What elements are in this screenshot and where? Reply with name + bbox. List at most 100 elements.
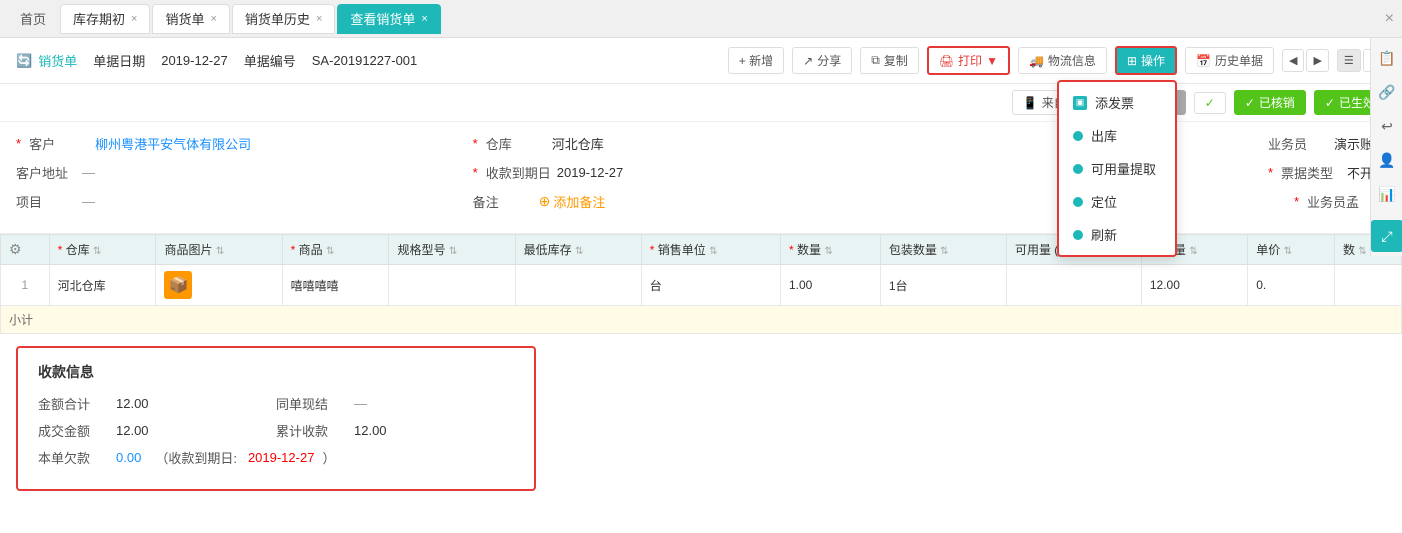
project-field: 项目 — — [16, 192, 473, 211]
subtotal-row: 小计 — [1, 306, 1402, 334]
print-icon: 🖨 — [939, 54, 954, 68]
dropdown-item-outbound[interactable]: 出库 — [1059, 119, 1175, 152]
note-field: 备注 ⊕ 添加备注 — [473, 192, 930, 211]
doc-header: 🔄 销货单 单据日期 2019-12-27 单据编号 SA-20191227-0… — [0, 38, 1402, 84]
window-close-button[interactable]: × — [1385, 10, 1394, 28]
col-gear: ⚙ — [1, 235, 50, 265]
date-value: 2019-12-27 — [161, 53, 228, 68]
settings-icon[interactable]: ⚙ — [9, 241, 22, 257]
col-qty: * 数量 ⇅ — [781, 235, 881, 265]
warehouse-field: * 仓库 河北仓库 — [473, 134, 930, 153]
sidebar-icon-expand[interactable]: ⤢ — [1371, 220, 1402, 252]
doc-title: 🔄 销货单 — [16, 51, 77, 70]
sidebar-icon-undo[interactable]: ↩ — [1371, 110, 1402, 142]
subtotal-label: 小计 — [1, 306, 1402, 334]
row-min-stock — [515, 265, 641, 306]
tab-close-inventory[interactable]: × — [131, 13, 137, 25]
total-amount-field: 金额合计 12.00 — [38, 394, 276, 413]
row-stock: 12.00 — [1141, 265, 1247, 306]
product-image: 📦 — [164, 271, 192, 299]
dropdown-item-available[interactable]: 可用量提取 — [1059, 152, 1175, 185]
row-qty: 1.00 — [781, 265, 881, 306]
tab-close-view-sales[interactable]: × — [421, 13, 427, 25]
tab-inventory[interactable]: 库存期初 × — [60, 4, 150, 34]
right-sidebar: 📋 🔗 ↩ 👤 📊 ⤢ — [1370, 38, 1402, 256]
row-unit: 台 — [641, 265, 780, 306]
form-row-1: * 客户 柳州粤港平安气体有限公司 * 仓库 河北仓库 业务员 演示账号 — [16, 134, 1386, 153]
tab-sales-history[interactable]: 销货单历史 × — [232, 4, 335, 34]
date-label: 单据日期 — [93, 51, 145, 70]
table-header-row: ⚙ * 仓库 ⇅ 商品图片 ⇅ * 商品 ⇅ 规格型号 ⇅ 最低库存 ⇅ * 销… — [1, 235, 1402, 265]
col-pack-qty: 包装数量 ⇅ — [880, 235, 1006, 265]
col-price: 单价 ⇅ — [1248, 235, 1335, 265]
next-button[interactable]: ▶ — [1306, 49, 1328, 72]
summary-row-2: 成交金额 12.00 累计收款 12.00 — [38, 421, 514, 440]
new-button[interactable]: + 新增 — [728, 47, 784, 74]
main-container: 🔄 销货单 单据日期 2019-12-27 单据编号 SA-20191227-0… — [0, 38, 1402, 533]
row-more — [1334, 265, 1401, 306]
tab-view-sales[interactable]: 查看销货单 × — [337, 4, 440, 34]
sidebar-icon-chart[interactable]: 📊 — [1371, 178, 1402, 210]
tab-home[interactable]: 首页 — [8, 9, 58, 28]
nav-arrows: ◀ ▶ — [1282, 49, 1329, 72]
customer-field: * 客户 柳州粤港平安气体有限公司 — [16, 134, 473, 153]
deal-amount-field: 成交金额 12.00 — [38, 421, 276, 440]
col-unit: * 销售单位 ⇅ — [641, 235, 780, 265]
prev-button[interactable]: ◀ — [1282, 49, 1304, 72]
doc-title-text: 销货单 — [38, 51, 77, 70]
payment-date-field: * 收款到期日 2019-12-27 — [473, 163, 930, 182]
done-button[interactable]: ✓ — [1194, 92, 1226, 114]
locate-icon — [1073, 197, 1083, 207]
print-dropdown-arrow: ▼ — [986, 54, 998, 68]
row-spec — [389, 265, 515, 306]
operate-wrapper: ⊞ 操作 ▣ 添发票 出库 可用量提取 — [1115, 46, 1177, 75]
share-icon: ↗ — [803, 54, 813, 68]
col-product: * 商品 ⇅ — [282, 235, 389, 265]
copy-icon: ⧉ — [871, 53, 880, 68]
invoice-icon: ▣ — [1073, 96, 1087, 110]
col-spec: 规格型号 ⇅ — [389, 235, 515, 265]
sidebar-icon-link[interactable]: 🔗 — [1371, 76, 1402, 108]
copy-button[interactable]: ⧉ 复制 — [860, 47, 919, 74]
overdue-field: 本单欠款 0.00 （收款到期日: 2019-12-27 ） — [38, 448, 514, 467]
doc-actions: + 新增 ↗ 分享 ⧉ 复制 🖨 打印 ▼ 🚚 物流信息 ⊞ — [728, 46, 1386, 75]
operate-dropdown-menu: ▣ 添发票 出库 可用量提取 定位 — [1057, 80, 1177, 257]
doc-meta: 单据日期 2019-12-27 单据编号 SA-20191227-001 — [93, 51, 417, 70]
sidebar-icon-user[interactable]: 👤 — [1371, 144, 1402, 176]
print-button[interactable]: 🖨 打印 ▼ — [927, 46, 1010, 75]
table-row: 1 河北仓库 📦 嘻嘻嘻嘻 台 1.00 1台 12.00 0. — [1, 265, 1402, 306]
summary-title: 收款信息 — [38, 362, 514, 382]
cumulative-receipt-field: 累计收款 12.00 — [276, 421, 514, 440]
doc-title-icon: 🔄 — [16, 53, 32, 69]
row-product: 嘻嘻嘻嘻 — [282, 265, 389, 306]
list-view-button[interactable]: ☰ — [1337, 49, 1361, 72]
history-button[interactable]: 📅 历史单据 — [1185, 47, 1274, 74]
col-img: 商品图片 ⇅ — [156, 235, 282, 265]
row-price: 0. — [1248, 265, 1335, 306]
add-note-button[interactable]: ⊕ 添加备注 — [539, 192, 606, 211]
refresh-icon — [1073, 230, 1083, 240]
number-label: 单据编号 — [244, 51, 296, 70]
sidebar-icon-doc[interactable]: 📋 — [1371, 42, 1402, 74]
tab-close-sales-history[interactable]: × — [316, 13, 322, 25]
summary-section: 收款信息 金额合计 12.00 同单现结 — 成交金额 12.00 累计收款 1… — [16, 346, 536, 491]
tab-sales[interactable]: 销货单 × — [152, 4, 229, 34]
share-button[interactable]: ↗ 分享 — [792, 47, 852, 74]
tab-bar: 首页 库存期初 × 销货单 × 销货单历史 × 查看销货单 × × — [0, 0, 1402, 38]
add-note-icon: ⊕ — [539, 193, 551, 210]
summary-row-1: 金额合计 12.00 同单现结 — — [38, 394, 514, 413]
phone-icon: 📱 — [1023, 96, 1038, 110]
dropdown-item-locate[interactable]: 定位 — [1059, 185, 1175, 218]
status-row: 📱 来自手机 🔴 未开票 ✓ ✓ 已核销 ✓ 已生效 — [0, 84, 1402, 122]
row-img: 📦 — [156, 265, 282, 306]
tab-close-sales[interactable]: × — [210, 13, 216, 25]
sold-button[interactable]: ✓ 已核销 — [1234, 90, 1306, 115]
dropdown-item-invoice[interactable]: ▣ 添发票 — [1059, 86, 1175, 119]
summary-row-3: 本单欠款 0.00 （收款到期日: 2019-12-27 ） — [38, 448, 514, 467]
available-icon — [1073, 164, 1083, 174]
operate-button[interactable]: ⊞ 操作 — [1115, 46, 1177, 75]
outbound-icon — [1073, 131, 1083, 141]
dropdown-item-refresh[interactable]: 刷新 — [1059, 218, 1175, 251]
address-field: 客户地址 — — [16, 163, 473, 182]
logistics-button[interactable]: 🚚 物流信息 — [1018, 47, 1107, 74]
